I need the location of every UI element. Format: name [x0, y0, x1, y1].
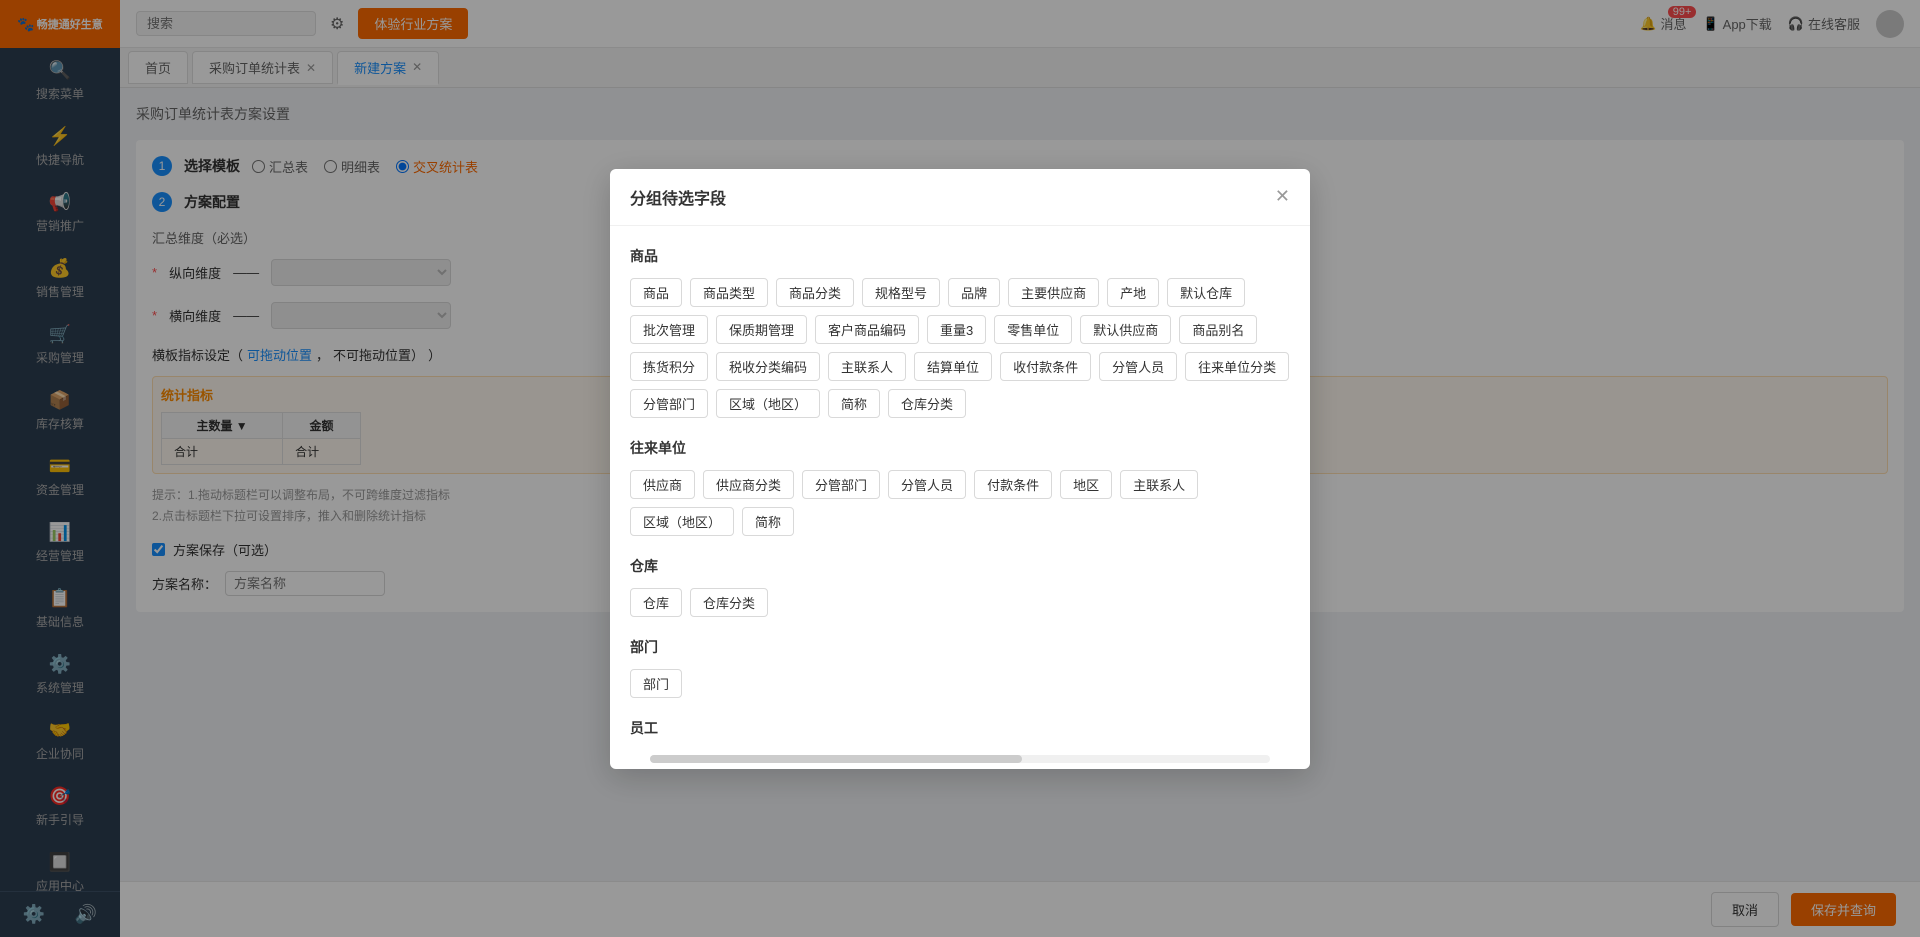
field-tag-region[interactable]: 区域（地区） — [716, 389, 820, 418]
field-section-employee: 员工业务员 — [630, 718, 1290, 749]
field-tag-payment-cond[interactable]: 付款条件 — [974, 470, 1052, 499]
field-tag-short2[interactable]: 简称 — [742, 507, 794, 536]
field-tag-supplier[interactable]: 供应商 — [630, 470, 695, 499]
field-tag-dept[interactable]: 部门 — [630, 669, 682, 698]
section-title-goods: 商品 — [630, 246, 1290, 266]
field-tags-warehouse: 仓库仓库分类 — [630, 588, 1290, 617]
field-tag-weight3[interactable]: 重量3 — [927, 315, 986, 344]
field-tag-spec-type[interactable]: 规格型号 — [862, 278, 940, 307]
field-tag-alias[interactable]: 商品别名 — [1179, 315, 1257, 344]
field-tag-goods-type[interactable]: 商品类型 — [690, 278, 768, 307]
modal-horizontal-scrollbar[interactable] — [650, 755, 1270, 763]
field-tag-settlement-unit[interactable]: 结算单位 — [914, 352, 992, 381]
field-tag-tax-code[interactable]: 税收分类编码 — [716, 352, 820, 381]
section-title-warehouse: 仓库 — [630, 556, 1290, 576]
field-section-department: 部门部门 — [630, 637, 1290, 698]
field-section-warehouse: 仓库仓库仓库分类 — [630, 556, 1290, 617]
field-tag-goods[interactable]: 商品 — [630, 278, 682, 307]
field-tag-main-contact[interactable]: 主联系人 — [828, 352, 906, 381]
field-tag-manager[interactable]: 分管人员 — [1099, 352, 1177, 381]
field-tag-from-unit-category[interactable]: 往来单位分类 — [1185, 352, 1289, 381]
modal-close-button[interactable]: ✕ — [1275, 186, 1290, 207]
modal: 分组待选字段 ✕ 商品商品商品类型商品分类规格型号品牌主要供应商产地默认仓库批次… — [610, 169, 1310, 769]
field-tag-supplier-category[interactable]: 供应商分类 — [703, 470, 794, 499]
modal-hscroll-thumb — [650, 755, 1022, 763]
section-title-partners: 往来单位 — [630, 438, 1290, 458]
field-tag-manager2[interactable]: 分管人员 — [888, 470, 966, 499]
field-tag-region2[interactable]: 地区 — [1060, 470, 1112, 499]
modal-hscroll-area — [610, 749, 1310, 769]
field-tag-mgmt-dept[interactable]: 分管部门 — [630, 389, 708, 418]
field-tag-wh-cat[interactable]: 仓库分类 — [690, 588, 768, 617]
field-tag-default-warehouse[interactable]: 默认仓库 — [1167, 278, 1245, 307]
field-tag-warehouse-category[interactable]: 仓库分类 — [888, 389, 966, 418]
field-tag-dept2[interactable]: 分管部门 — [802, 470, 880, 499]
modal-header: 分组待选字段 ✕ — [610, 169, 1310, 226]
field-tag-short-name[interactable]: 简称 — [828, 389, 880, 418]
field-tag-goods-category[interactable]: 商品分类 — [776, 278, 854, 307]
field-section-goods: 商品商品商品类型商品分类规格型号品牌主要供应商产地默认仓库批次管理保质期管理客户… — [630, 246, 1290, 418]
field-tag-payment-terms[interactable]: 收付款条件 — [1000, 352, 1091, 381]
field-tag-pick-points[interactable]: 拣货积分 — [630, 352, 708, 381]
field-tag-retail-unit[interactable]: 零售单位 — [994, 315, 1072, 344]
modal-title: 分组待选字段 — [630, 185, 726, 209]
field-tags-department: 部门 — [630, 669, 1290, 698]
section-title-employee: 员工 — [630, 718, 1290, 738]
field-tag-batch-mgmt[interactable]: 批次管理 — [630, 315, 708, 344]
field-tag-brand[interactable]: 品牌 — [948, 278, 1000, 307]
modal-body: 商品商品商品类型商品分类规格型号品牌主要供应商产地默认仓库批次管理保质期管理客户… — [610, 226, 1310, 749]
field-tag-main-contact2[interactable]: 主联系人 — [1120, 470, 1198, 499]
field-tag-default-supplier[interactable]: 默认供应商 — [1080, 315, 1171, 344]
field-tag-origin[interactable]: 产地 — [1107, 278, 1159, 307]
field-tag-region3[interactable]: 区域（地区） — [630, 507, 734, 536]
field-tag-customer-code[interactable]: 客户商品编码 — [815, 315, 919, 344]
modal-overlay: 分组待选字段 ✕ 商品商品商品类型商品分类规格型号品牌主要供应商产地默认仓库批次… — [0, 0, 1920, 937]
field-tags-partners: 供应商供应商分类分管部门分管人员付款条件地区主联系人区域（地区） 简称 — [630, 470, 1290, 536]
field-tags-goods: 商品商品类型商品分类规格型号品牌主要供应商产地默认仓库批次管理保质期管理客户商品… — [630, 278, 1290, 418]
field-tag-wh[interactable]: 仓库 — [630, 588, 682, 617]
field-tag-quality-mgmt[interactable]: 保质期管理 — [716, 315, 807, 344]
section-title-department: 部门 — [630, 637, 1290, 657]
field-tag-main-supplier[interactable]: 主要供应商 — [1008, 278, 1099, 307]
field-section-partners: 往来单位供应商供应商分类分管部门分管人员付款条件地区主联系人区域（地区） 简称 — [630, 438, 1290, 536]
